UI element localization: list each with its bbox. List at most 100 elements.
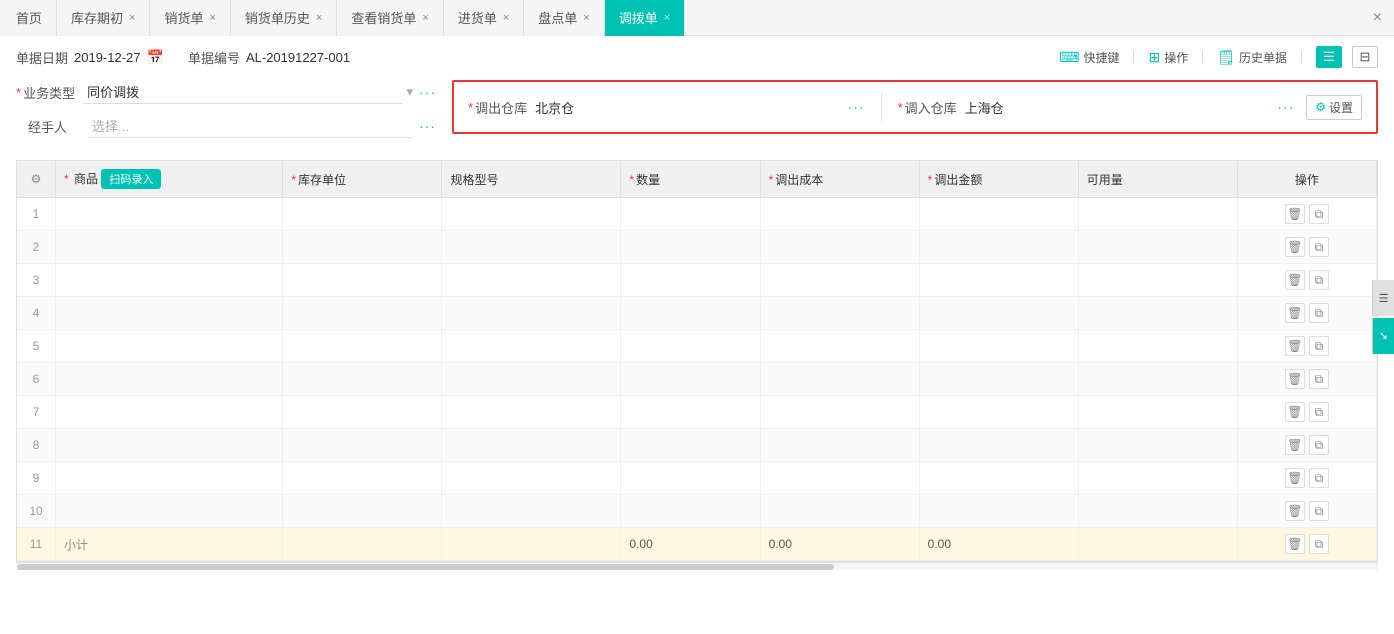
delete-row-6-btn[interactable]: 🗑 — [1285, 369, 1305, 389]
subtotal-delete-btn[interactable]: 🗑 — [1285, 534, 1305, 554]
cell-cost-9[interactable] — [760, 462, 919, 495]
cell-qty-1[interactable] — [621, 198, 760, 231]
list-view-btn[interactable]: ☰ — [1316, 46, 1342, 68]
copy-row-6-btn[interactable]: ⧉ — [1309, 369, 1329, 389]
copy-row-5-btn[interactable]: ⧉ — [1309, 336, 1329, 356]
cell-unit-6[interactable] — [283, 363, 442, 396]
cell-product-7[interactable] — [56, 396, 283, 429]
shortcuts-btn[interactable]: ⌨ 快捷键 — [1059, 49, 1119, 66]
close-tab-sales-order[interactable]: × — [209, 12, 215, 24]
delete-row-5-btn[interactable]: 🗑 — [1285, 336, 1305, 356]
cell-unit-5[interactable] — [283, 330, 442, 363]
cell-cost-10[interactable] — [760, 495, 919, 528]
delete-row-2-btn[interactable]: 🗑 — [1285, 237, 1305, 257]
cell-cost-5[interactable] — [760, 330, 919, 363]
operations-btn[interactable]: ⊞ 操作 — [1148, 49, 1188, 66]
close-tab-inventory-check[interactable]: × — [583, 12, 589, 24]
cell-amount-2[interactable] — [919, 231, 1078, 264]
copy-row-4-btn[interactable]: ⧉ — [1309, 303, 1329, 323]
cell-product-6[interactable] — [56, 363, 283, 396]
cell-available-9[interactable] — [1078, 462, 1237, 495]
cell-qty-3[interactable] — [621, 264, 760, 297]
business-type-field[interactable]: 同价调拨 — [83, 80, 402, 104]
cell-available-3[interactable] — [1078, 264, 1237, 297]
cell-spec-5[interactable] — [442, 330, 621, 363]
float-export-btn[interactable]: ↗ — [1372, 318, 1394, 354]
cell-product-3[interactable] — [56, 264, 283, 297]
horizontal-scrollbar[interactable] — [16, 562, 1378, 570]
delete-row-7-btn[interactable]: 🗑 — [1285, 402, 1305, 422]
cell-qty-10[interactable] — [621, 495, 760, 528]
cell-spec-8[interactable] — [442, 429, 621, 462]
business-type-more[interactable]: ··· — [419, 84, 436, 100]
cell-amount-5[interactable] — [919, 330, 1078, 363]
cell-product-2[interactable] — [56, 231, 283, 264]
tab-view-sales[interactable]: 查看销货单 × — [337, 0, 443, 36]
grid-view-btn[interactable]: ⊟ — [1352, 46, 1378, 68]
copy-row-9-btn[interactable]: ⧉ — [1309, 468, 1329, 488]
cell-unit-10[interactable] — [283, 495, 442, 528]
copy-row-8-btn[interactable]: ⧉ — [1309, 435, 1329, 455]
operator-field[interactable]: 选择... — [88, 114, 413, 138]
cell-available-8[interactable] — [1078, 429, 1237, 462]
copy-row-7-btn[interactable]: ⧉ — [1309, 402, 1329, 422]
tab-sales-order[interactable]: 销货单 × — [150, 0, 230, 36]
warehouse-in-value[interactable]: 上海仓 — [957, 96, 1272, 119]
cell-available-4[interactable] — [1078, 297, 1237, 330]
cell-qty-7[interactable] — [621, 396, 760, 429]
tab-sales-history[interactable]: 销货单历史 × — [231, 0, 337, 36]
cell-qty-6[interactable] — [621, 363, 760, 396]
close-tab-inventory-init[interactable]: × — [129, 12, 135, 24]
delete-row-3-btn[interactable]: 🗑 — [1285, 270, 1305, 290]
cell-product-1[interactable] — [56, 198, 283, 231]
cell-unit-4[interactable] — [283, 297, 442, 330]
tab-inventory-init[interactable]: 库存期初 × — [57, 0, 150, 36]
cell-spec-2[interactable] — [442, 231, 621, 264]
cell-amount-8[interactable] — [919, 429, 1078, 462]
cell-cost-6[interactable] — [760, 363, 919, 396]
cell-unit-9[interactable] — [283, 462, 442, 495]
cell-unit-7[interactable] — [283, 396, 442, 429]
business-type-dropdown-icon[interactable]: ▾ — [406, 84, 413, 100]
cell-spec-10[interactable] — [442, 495, 621, 528]
cell-spec-3[interactable] — [442, 264, 621, 297]
tab-transfer-order[interactable]: 调拨单 × — [605, 0, 685, 36]
cell-amount-1[interactable] — [919, 198, 1078, 231]
copy-row-1-btn[interactable]: ⧉ — [1309, 204, 1329, 224]
cell-cost-1[interactable] — [760, 198, 919, 231]
cell-amount-6[interactable] — [919, 363, 1078, 396]
cell-spec-4[interactable] — [442, 297, 621, 330]
tab-purchase-order[interactable]: 进货单 × — [444, 0, 524, 36]
close-tab-sales-history[interactable]: × — [316, 12, 322, 24]
cell-cost-3[interactable] — [760, 264, 919, 297]
close-all-tabs[interactable]: × — [1361, 0, 1394, 36]
close-tab-view-sales[interactable]: × — [422, 12, 428, 24]
table-gear-icon[interactable]: ⚙ — [25, 168, 47, 190]
cell-product-5[interactable] — [56, 330, 283, 363]
copy-row-3-btn[interactable]: ⧉ — [1309, 270, 1329, 290]
warehouse-out-more[interactable]: ··· — [848, 99, 865, 115]
cell-amount-10[interactable] — [919, 495, 1078, 528]
calendar-icon[interactable]: 📅 — [147, 49, 164, 66]
history-btn[interactable]: 🗒 历史单据 — [1217, 49, 1287, 66]
cell-product-9[interactable] — [56, 462, 283, 495]
cell-available-10[interactable] — [1078, 495, 1237, 528]
cell-product-10[interactable] — [56, 495, 283, 528]
cell-available-7[interactable] — [1078, 396, 1237, 429]
tab-inventory-check[interactable]: 盘点单 × — [524, 0, 604, 36]
delete-row-1-btn[interactable]: 🗑 — [1285, 204, 1305, 224]
scan-barcode-button[interactable]: 扫码录入 — [101, 169, 161, 189]
cell-qty-2[interactable] — [621, 231, 760, 264]
cell-cost-4[interactable] — [760, 297, 919, 330]
cell-cost-8[interactable] — [760, 429, 919, 462]
cell-qty-8[interactable] — [621, 429, 760, 462]
cell-unit-2[interactable] — [283, 231, 442, 264]
settings-button[interactable]: ⚙ 设置 — [1306, 95, 1362, 120]
close-tab-purchase-order[interactable]: × — [503, 12, 509, 24]
cell-amount-4[interactable] — [919, 297, 1078, 330]
cell-spec-6[interactable] — [442, 363, 621, 396]
cell-available-5[interactable] — [1078, 330, 1237, 363]
operator-more[interactable]: ··· — [419, 118, 436, 134]
cell-spec-9[interactable] — [442, 462, 621, 495]
cell-spec-7[interactable] — [442, 396, 621, 429]
